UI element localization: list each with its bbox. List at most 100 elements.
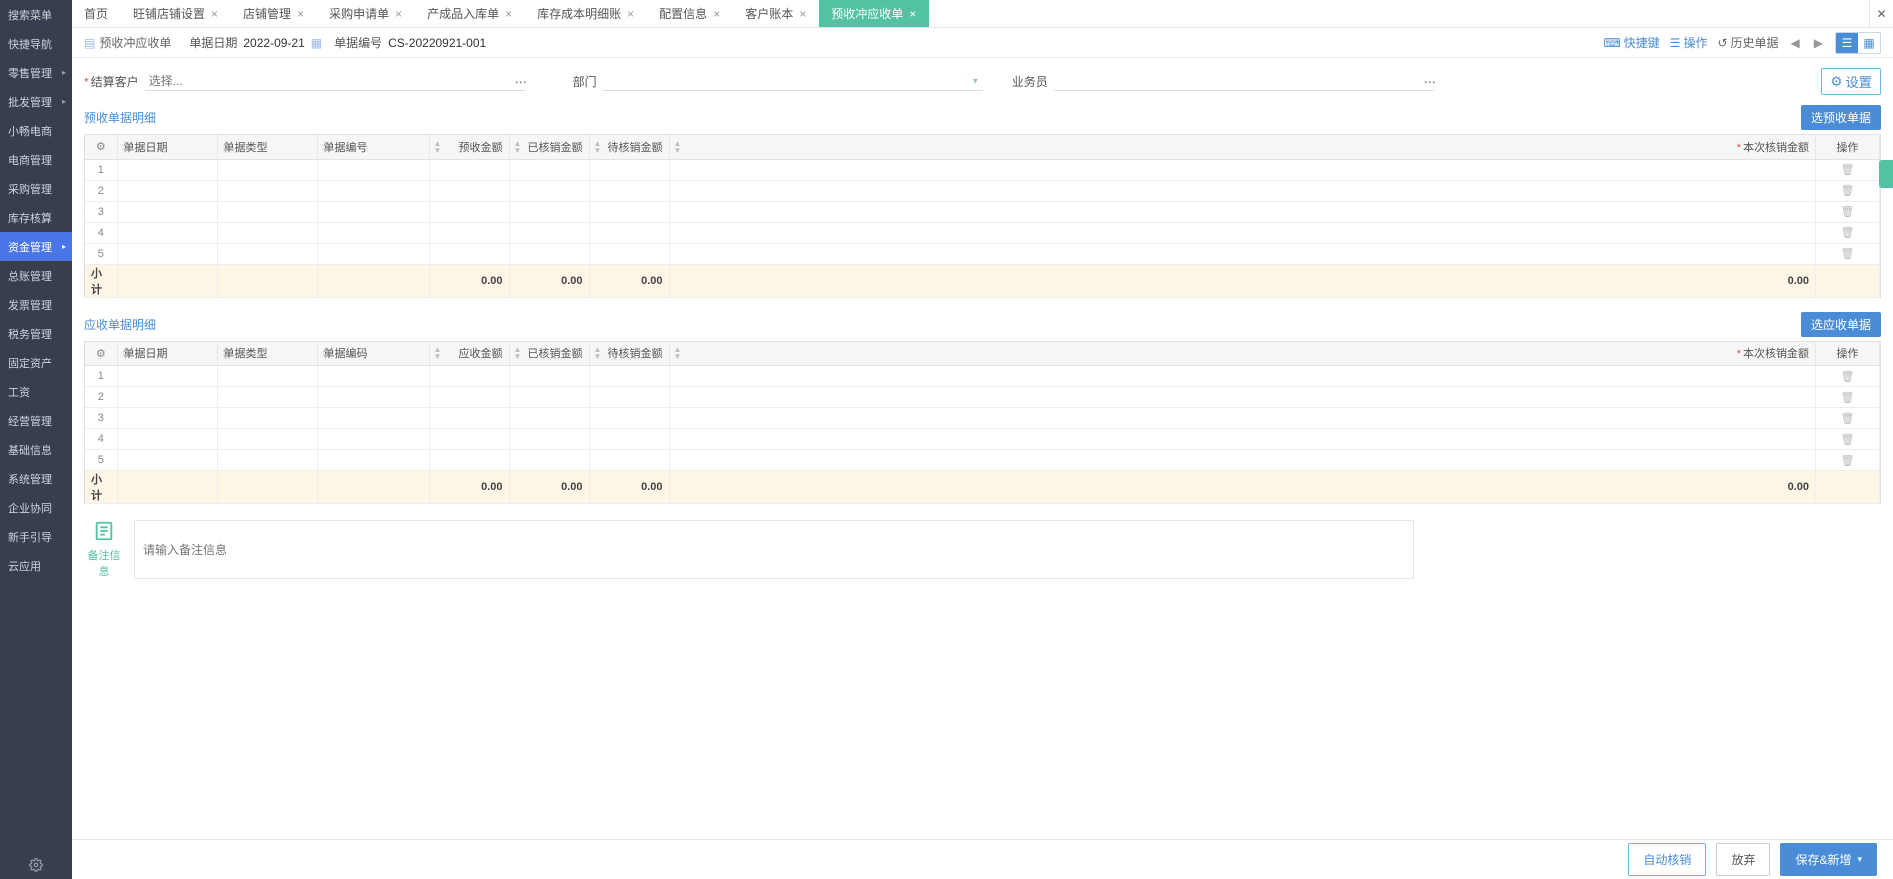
close-icon[interactable]: × xyxy=(713,7,720,21)
select-receivable-button[interactable]: 选应收单据 xyxy=(1801,312,1881,337)
sidebar-item-7[interactable]: 库存核算 xyxy=(0,203,72,232)
sidebar-item-4[interactable]: 小畅电商 xyxy=(0,116,72,145)
table-row[interactable]: 1🗑 xyxy=(85,366,1880,387)
col2-type[interactable]: 单据类型 xyxy=(224,348,268,360)
col2-verified[interactable]: 已核销金额 xyxy=(528,348,583,360)
tab-2[interactable]: 店铺管理 × xyxy=(231,0,317,27)
remarks-input[interactable] xyxy=(134,520,1414,579)
side-tag[interactable] xyxy=(1879,160,1893,188)
col2-recv[interactable]: 应收金额 xyxy=(459,348,503,360)
tab-7[interactable]: 客户账本× xyxy=(733,0,819,27)
close-icon[interactable]: × xyxy=(395,7,402,21)
sidebar-item-12[interactable]: 固定资产 xyxy=(0,348,72,377)
tab-0[interactable]: 首页 xyxy=(72,0,121,27)
tab-1[interactable]: 旺铺店铺设置× xyxy=(121,0,231,27)
sidebar-item-19[interactable]: 云应用 xyxy=(0,551,72,580)
sales-lookup[interactable]: ⋯ xyxy=(1424,75,1436,89)
sidebar-item-3[interactable]: 批发管理▸ xyxy=(0,87,72,116)
col-prepay[interactable]: 预收金额 xyxy=(459,142,503,154)
col2-date[interactable]: 单据日期 xyxy=(124,348,168,360)
col-date[interactable]: 单据日期 xyxy=(124,142,168,154)
auto-verify-button[interactable]: 自动核销 xyxy=(1628,843,1706,876)
sidebar-item-14[interactable]: 经营管理 xyxy=(0,406,72,435)
tab-label: 店铺管理 xyxy=(243,5,291,22)
table-row[interactable]: 4🗑 xyxy=(85,222,1880,243)
tab-5[interactable]: 库存成本明细账× xyxy=(525,0,647,27)
close-icon[interactable]: × xyxy=(909,7,916,21)
trash-icon[interactable]: 🗑 xyxy=(1841,371,1855,383)
close-icon[interactable]: × xyxy=(627,7,634,21)
customer-lookup[interactable]: ⋯ xyxy=(515,75,527,89)
calendar-icon[interactable]: ▦ xyxy=(311,36,322,50)
prev-doc[interactable]: ◀ xyxy=(1789,36,1802,50)
trash-icon[interactable]: 🗑 xyxy=(1841,392,1855,404)
table-row[interactable]: 3🗑 xyxy=(85,408,1880,429)
history-link[interactable]: ↺历史单据 xyxy=(1717,34,1778,51)
tab-3[interactable]: 采购申请单× xyxy=(317,0,415,27)
table-row[interactable]: 2🗑 xyxy=(85,180,1880,201)
trash-icon[interactable]: 🗑 xyxy=(1841,164,1855,176)
settings-button[interactable]: ⚙设置 xyxy=(1821,68,1881,95)
col-pending[interactable]: 待核销金额 xyxy=(608,142,663,154)
sidebar-item-13[interactable]: 工资 xyxy=(0,377,72,406)
trash-icon[interactable]: 🗑 xyxy=(1841,434,1855,446)
table-row[interactable]: 1🗑 xyxy=(85,159,1880,180)
tab-8[interactable]: 预收冲应收单× xyxy=(819,0,929,27)
table-row[interactable]: 4🗑 xyxy=(85,429,1880,450)
trash-icon[interactable]: 🗑 xyxy=(1841,413,1855,425)
trash-icon[interactable]: 🗑 xyxy=(1841,185,1855,197)
sales-input[interactable] xyxy=(1054,72,1434,91)
dept-input[interactable] xyxy=(603,72,983,91)
col-type[interactable]: 单据类型 xyxy=(224,142,268,154)
tab-6[interactable]: 配置信息× xyxy=(647,0,733,27)
sidebar-item-17[interactable]: 企业协同 xyxy=(0,493,72,522)
quick-key-link[interactable]: ⌨快捷键 xyxy=(1603,34,1659,51)
sidebar-item-10[interactable]: 发票管理 xyxy=(0,290,72,319)
sidebar-item-0[interactable]: 搜索菜单 xyxy=(0,0,72,29)
close-icon[interactable]: × xyxy=(297,7,304,21)
table-row[interactable]: 5🗑 xyxy=(85,450,1880,471)
tab-4[interactable]: 产成品入库单× xyxy=(415,0,525,27)
close-all-tabs[interactable]: ✕ xyxy=(1869,0,1893,28)
discard-button[interactable]: 放弃 xyxy=(1716,843,1770,876)
gear-icon[interactable]: ⚙ xyxy=(96,141,106,153)
col2-this[interactable]: 本次核销金额 xyxy=(1743,348,1809,360)
sidebar-item-1[interactable]: 快捷导航 xyxy=(0,29,72,58)
col2-no[interactable]: 单据编码 xyxy=(324,348,368,360)
close-icon[interactable]: × xyxy=(505,7,512,21)
trash-icon[interactable]: 🗑 xyxy=(1841,455,1855,467)
table-row[interactable]: 5🗑 xyxy=(85,243,1880,264)
trash-icon[interactable]: 🗑 xyxy=(1841,248,1855,260)
col2-pending[interactable]: 待核销金额 xyxy=(608,348,663,360)
sidebar-item-2[interactable]: 零售管理▸ xyxy=(0,58,72,87)
sidebar-settings-icon[interactable] xyxy=(0,851,72,879)
close-icon[interactable]: × xyxy=(211,7,218,21)
view-grid[interactable]: ▦ xyxy=(1858,33,1880,53)
sidebar-item-11[interactable]: 税务管理 xyxy=(0,319,72,348)
view-list[interactable]: ☰ xyxy=(1836,33,1858,53)
next-doc[interactable]: ▶ xyxy=(1812,36,1825,50)
sidebar-item-5[interactable]: 电商管理 xyxy=(0,145,72,174)
table-row[interactable]: 2🗑 xyxy=(85,387,1880,408)
sidebar-item-16[interactable]: 系统管理 xyxy=(0,464,72,493)
close-icon[interactable]: × xyxy=(799,7,806,21)
save-new-button[interactable]: 保存&新增▾ xyxy=(1780,843,1877,876)
trash-icon[interactable]: 🗑 xyxy=(1841,227,1855,239)
date-value[interactable]: 2022-09-21 xyxy=(243,36,304,50)
table-row[interactable]: 3🗑 xyxy=(85,201,1880,222)
sidebar-item-18[interactable]: 新手引导 xyxy=(0,522,72,551)
col-no[interactable]: 单据编号 xyxy=(324,142,368,154)
customer-input[interactable] xyxy=(145,72,525,91)
sidebar-item-9[interactable]: 总账管理 xyxy=(0,261,72,290)
select-prepay-button[interactable]: 选预收单据 xyxy=(1801,105,1881,130)
gear-icon[interactable]: ⚙ xyxy=(96,348,106,360)
col-this[interactable]: 本次核销金额 xyxy=(1743,142,1809,154)
sidebar-item-15[interactable]: 基础信息 xyxy=(0,435,72,464)
trash-icon[interactable]: 🗑 xyxy=(1841,206,1855,218)
sidebar-item-6[interactable]: 采购管理 xyxy=(0,174,72,203)
dept-caret-icon[interactable]: ▾ xyxy=(973,76,978,87)
sidebar-item-8[interactable]: 资金管理▸ xyxy=(0,232,72,261)
sales-label: 业务员 xyxy=(1002,73,1048,90)
col-verified[interactable]: 已核销金额 xyxy=(528,142,583,154)
operate-link[interactable]: ☰操作 xyxy=(1670,34,1708,51)
